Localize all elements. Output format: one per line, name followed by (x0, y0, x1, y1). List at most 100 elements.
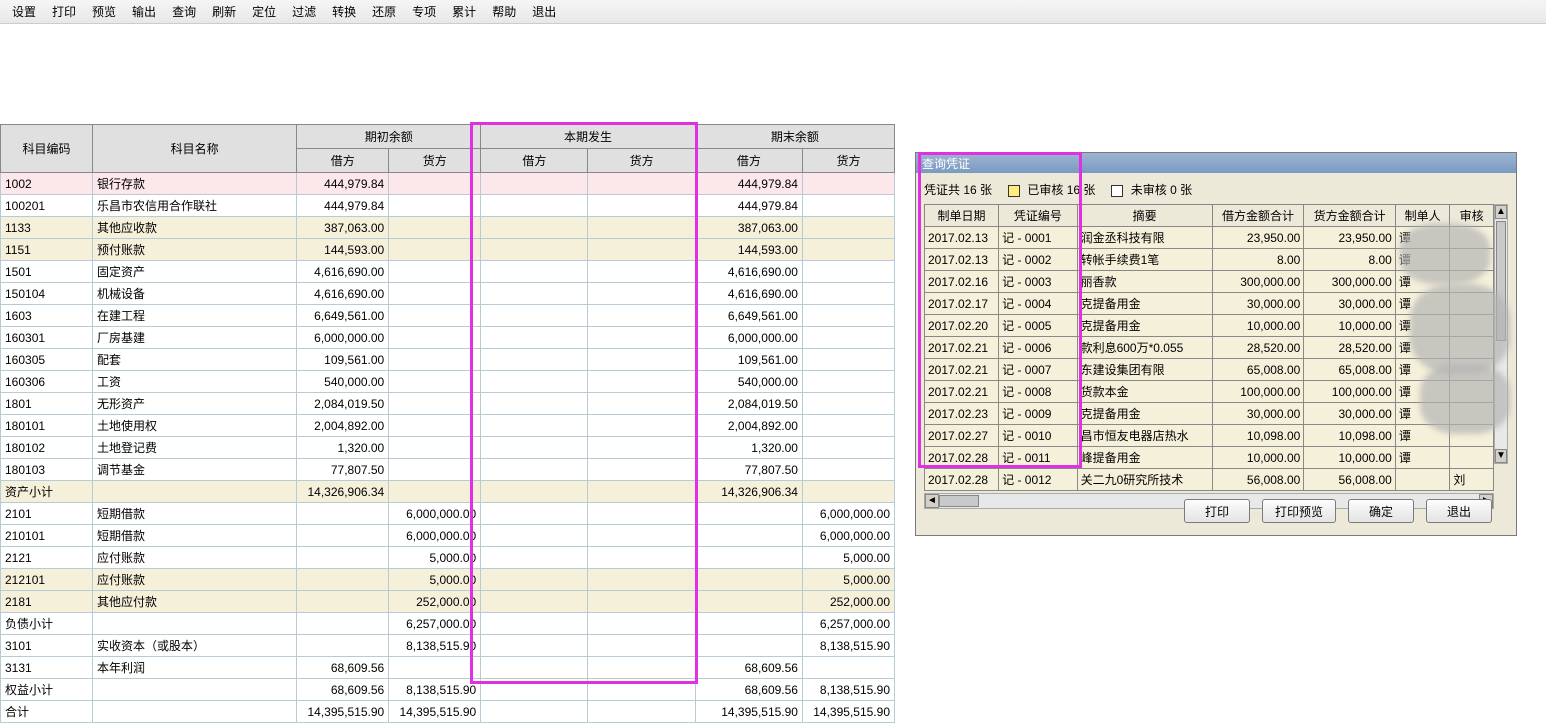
ok-button[interactable]: 确定 (1348, 499, 1414, 523)
table-row[interactable]: 合计14,395,515.9014,395,515.9014,395,515.9… (1, 701, 895, 723)
col-closing[interactable]: 期末余额 (695, 125, 894, 149)
menu-item-4[interactable]: 查询 (164, 1, 204, 22)
scroll-left-icon[interactable]: ◄ (925, 494, 939, 508)
cell: 180102 (1, 437, 93, 459)
voucher-row[interactable]: 2017.02.17记 - 0004克提备用金30,000.0030,000.0… (925, 293, 1494, 315)
ledger-table: 科目编码 科目名称 期初余额 本期发生 期末余额 借方 货方 借方 货方 借方 … (0, 124, 895, 723)
cell: 记 - 0007 (999, 359, 1077, 381)
cell (481, 635, 588, 657)
menu-item-8[interactable]: 转换 (324, 1, 364, 22)
table-row[interactable]: 1801无形资产2,084,019.502,084,019.50 (1, 393, 895, 415)
vcol-date[interactable]: 制单日期 (925, 205, 999, 227)
cell (1395, 469, 1450, 491)
menu-item-3[interactable]: 输出 (124, 1, 164, 22)
cell: 6,000,000.00 (802, 503, 894, 525)
menu-item-6[interactable]: 定位 (244, 1, 284, 22)
menu-item-12[interactable]: 帮助 (484, 1, 524, 22)
table-row[interactable]: 2101短期借款6,000,000.006,000,000.00 (1, 503, 895, 525)
voucher-row[interactable]: 2017.02.21记 - 0006款利息600万*0.05528,520.00… (925, 337, 1494, 359)
cell: 固定资产 (92, 261, 296, 283)
voucher-row[interactable]: 2017.02.21记 - 0008货款本金100,000.00100,000.… (925, 381, 1494, 403)
print-button[interactable]: 打印 (1184, 499, 1250, 523)
voucher-row[interactable]: 2017.02.23记 - 0009克提备用金30,000.0030,000.0… (925, 403, 1494, 425)
cell: 30,000.00 (1212, 293, 1304, 315)
checkbox-unaudited-icon[interactable] (1111, 185, 1123, 197)
voucher-row[interactable]: 2017.02.27记 - 0010昌市恒友电器店热水10,098.0010,0… (925, 425, 1494, 447)
print-preview-button[interactable]: 打印预览 (1262, 499, 1336, 523)
table-row[interactable]: 150104 机械设备4,616,690.004,616,690.00 (1, 283, 895, 305)
table-row[interactable]: 160306 工资540,000.00540,000.00 (1, 371, 895, 393)
vcol-debit[interactable]: 借方金额合计 (1212, 205, 1304, 227)
exit-button[interactable]: 退出 (1426, 499, 1492, 523)
table-row[interactable]: 2181其他应付款252,000.00252,000.00 (1, 591, 895, 613)
voucher-row[interactable]: 2017.02.20记 - 0005克提备用金10,000.0010,000.0… (925, 315, 1494, 337)
col-opening[interactable]: 期初余额 (297, 125, 481, 149)
menu-item-13[interactable]: 退出 (524, 1, 564, 22)
table-row[interactable]: 2121应付账款5,000.005,000.00 (1, 547, 895, 569)
table-row[interactable]: 1501固定资产4,616,690.004,616,690.00 (1, 261, 895, 283)
table-row[interactable]: 160301 厂房基建6,000,000.006,000,000.00 (1, 327, 895, 349)
vcol-summary[interactable]: 摘要 (1077, 205, 1212, 227)
table-row[interactable]: 权益小计68,609.568,138,515.9068,609.568,138,… (1, 679, 895, 701)
cell (389, 481, 481, 503)
table-row[interactable]: 210101 短期借款6,000,000.006,000,000.00 (1, 525, 895, 547)
table-row[interactable]: 180103 调节基金77,807.5077,807.50 (1, 459, 895, 481)
vcol-no[interactable]: 凭证编号 (999, 205, 1077, 227)
cell (695, 591, 802, 613)
menu-item-0[interactable]: 设置 (4, 1, 44, 22)
table-row[interactable]: 资产小计14,326,906.3414,326,906.34 (1, 481, 895, 503)
col-opening-debit[interactable]: 借方 (297, 149, 389, 173)
cell: 峰提备用金 (1077, 447, 1212, 469)
cell: 2121 (1, 547, 93, 569)
table-row[interactable]: 负债小计6,257,000.006,257,000.00 (1, 613, 895, 635)
table-row[interactable]: 180102 土地登记费1,320.001,320.00 (1, 437, 895, 459)
table-row[interactable]: 1133其他应收款387,063.00387,063.00 (1, 217, 895, 239)
menu-item-5[interactable]: 刷新 (204, 1, 244, 22)
col-closing-credit[interactable]: 货方 (802, 149, 894, 173)
menu-item-9[interactable]: 还原 (364, 1, 404, 22)
dialog-title[interactable]: 查询凭证 (916, 153, 1516, 173)
cell (389, 415, 481, 437)
cell: 2017.02.21 (925, 359, 999, 381)
voucher-row[interactable]: 2017.02.28记 - 0011峰提备用金10,000.0010,000.0… (925, 447, 1494, 469)
col-name[interactable]: 科目名称 (92, 125, 296, 173)
table-row[interactable]: 1002银行存款444,979.84444,979.84 (1, 173, 895, 195)
col-closing-debit[interactable]: 借方 (695, 149, 802, 173)
cell (802, 283, 894, 305)
cell (588, 503, 695, 525)
col-current[interactable]: 本期发生 (481, 125, 696, 149)
table-row[interactable]: 3101实收资本（或股本）8,138,515.908,138,515.90 (1, 635, 895, 657)
menu-item-2[interactable]: 预览 (84, 1, 124, 22)
cell: 2017.02.20 (925, 315, 999, 337)
voucher-row[interactable]: 2017.02.21记 - 0007东建设集团有限65,008.0065,008… (925, 359, 1494, 381)
table-row[interactable]: 3131本年利润68,609.5668,609.56 (1, 657, 895, 679)
table-row[interactable]: 1151预付账款144,593.00144,593.00 (1, 239, 895, 261)
voucher-row[interactable]: 2017.02.28记 - 0012关二九0研究所技术56,008.0056,0… (925, 469, 1494, 491)
cell: 1501 (1, 261, 93, 283)
cell (588, 173, 695, 195)
col-current-debit[interactable]: 借方 (481, 149, 588, 173)
table-row[interactable]: 100201 乐昌市农信用合作联社444,979.84444,979.84 (1, 195, 895, 217)
cell (802, 195, 894, 217)
table-row[interactable]: 180101 土地使用权2,004,892.002,004,892.00 (1, 415, 895, 437)
scroll-up-icon[interactable]: ▲ (1495, 205, 1507, 219)
col-opening-credit[interactable]: 货方 (389, 149, 481, 173)
checkbox-audited-icon[interactable] (1008, 185, 1020, 197)
vcol-credit[interactable]: 货方金额合计 (1304, 205, 1396, 227)
cell (481, 327, 588, 349)
scroll-down-icon[interactable]: ▼ (1495, 449, 1507, 463)
menu-item-7[interactable]: 过滤 (284, 1, 324, 22)
cell: 6,000,000.00 (297, 327, 389, 349)
scroll-thumb[interactable] (939, 495, 979, 507)
cell (695, 613, 802, 635)
cell: 1801 (1, 393, 93, 415)
menu-item-1[interactable]: 打印 (44, 1, 84, 22)
table-row[interactable]: 1603在建工程6,649,561.006,649,561.00 (1, 305, 895, 327)
col-code[interactable]: 科目编码 (1, 125, 93, 173)
menu-item-11[interactable]: 累计 (444, 1, 484, 22)
col-current-credit[interactable]: 货方 (588, 149, 695, 173)
cell (588, 415, 695, 437)
table-row[interactable]: 160305 配套109,561.00109,561.00 (1, 349, 895, 371)
menu-item-10[interactable]: 专项 (404, 1, 444, 22)
table-row[interactable]: 212101 应付账款5,000.005,000.00 (1, 569, 895, 591)
